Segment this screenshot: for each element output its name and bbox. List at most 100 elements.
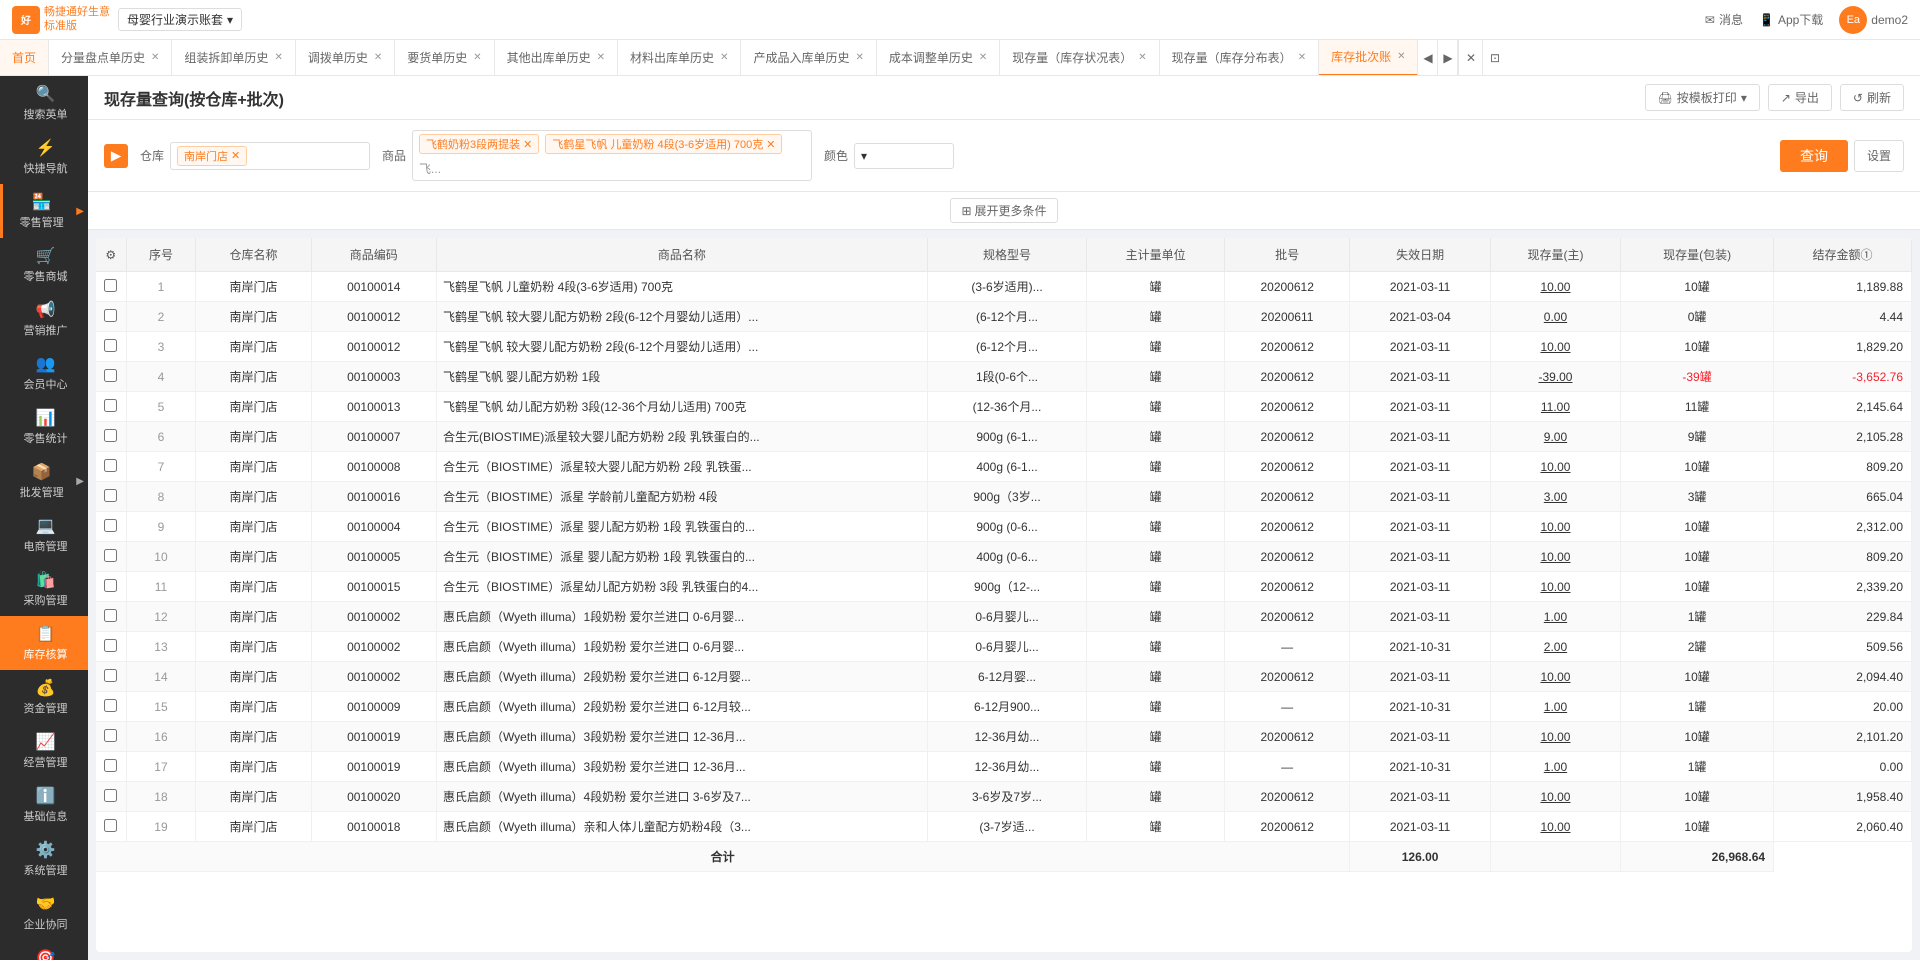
sidebar-item-enterprise[interactable]: 🤝 企业协同 [0,886,88,940]
tab-prev-btn[interactable]: ◀ [1418,40,1438,76]
row-checkbox[interactable] [104,789,117,802]
td-qty-main[interactable]: 10.00 [1490,452,1620,482]
tab-home[interactable]: 首页 [0,40,49,76]
tab-2[interactable]: 组装拆卸单历史 ✕ [172,40,295,76]
td-checkbox[interactable] [96,572,126,602]
td-checkbox[interactable] [96,482,126,512]
tab-3[interactable]: 调拨单历史 ✕ [296,40,395,76]
td-qty-main[interactable]: 3.00 [1490,482,1620,512]
filter-arrow-btn[interactable]: ▶ [104,144,128,168]
th-settings[interactable]: ⚙ [96,238,126,272]
tab-close-7[interactable]: ✕ [855,52,863,63]
td-qty-main[interactable]: 10.00 [1490,512,1620,542]
tab-10[interactable]: 现存量（库存分布表） ✕ [1160,40,1319,76]
td-qty-main[interactable]: 1.00 [1490,602,1620,632]
row-checkbox[interactable] [104,459,117,472]
td-qty-main[interactable]: 10.00 [1490,812,1620,842]
export-btn[interactable]: ↗ 导出 [1768,84,1832,111]
sidebar-item-system[interactable]: ⚙️ 系统管理 [0,832,88,886]
td-checkbox[interactable] [96,662,126,692]
td-checkbox[interactable] [96,602,126,632]
td-checkbox[interactable] [96,302,126,332]
sidebar-item-retail-stat[interactable]: 📊 零售统计 [0,400,88,454]
td-checkbox[interactable] [96,272,126,302]
warehouse-tag-1[interactable]: 南岸门店 ✕ [177,146,247,166]
industry-select[interactable]: 母婴行业演示账套 ▾ [118,8,242,31]
row-checkbox[interactable] [104,279,117,292]
row-checkbox[interactable] [104,669,117,682]
td-checkbox[interactable] [96,812,126,842]
td-checkbox[interactable] [96,362,126,392]
row-checkbox[interactable] [104,699,117,712]
td-qty-main[interactable]: 10.00 [1490,662,1620,692]
td-checkbox[interactable] [96,332,126,362]
td-qty-main[interactable]: 10.00 [1490,272,1620,302]
print-btn[interactable]: 🖨 按模板打印 ▾ [1645,84,1760,111]
goods-tag-close-1[interactable]: ✕ [523,138,532,151]
td-checkbox[interactable] [96,632,126,662]
tab-11[interactable]: 库存批次账 ✕ [1319,40,1418,76]
tab-close-4[interactable]: ✕ [473,52,481,63]
row-checkbox[interactable] [104,339,117,352]
td-checkbox[interactable] [96,512,126,542]
sidebar-item-newguide[interactable]: 🎯 新手引导 [0,940,88,960]
goods-tag-container[interactable]: 飞鹤奶粉3段两提装 ✕ 飞鹤星飞帆 儿童奶粉 4段(3-6岁适用) 700克 ✕… [412,130,812,181]
sidebar-item-batch[interactable]: 📦 批发管理 ▶ [0,454,88,508]
tab-next-btn[interactable]: ▶ [1438,40,1458,76]
tab-close-11[interactable]: ✕ [1397,51,1405,62]
td-checkbox[interactable] [96,692,126,722]
sidebar-item-retail[interactable]: 🏪 零售管理 ▶ [0,184,88,238]
tab-6[interactable]: 材料出库单历史 ✕ [618,40,741,76]
settings-col-icon[interactable]: ⚙ [105,248,116,262]
refresh-btn[interactable]: ↺ 刷新 [1840,84,1904,111]
td-qty-main[interactable]: 10.00 [1490,572,1620,602]
goods-tag-2[interactable]: 飞鹤星飞帆 儿童奶粉 4段(3-6岁适用) 700克 ✕ [545,134,782,154]
td-qty-main[interactable]: 10.00 [1490,782,1620,812]
tab-close-3[interactable]: ✕ [374,52,382,63]
td-qty-main[interactable]: 2.00 [1490,632,1620,662]
sidebar-item-marketing[interactable]: 📢 营销推广 [0,292,88,346]
sidebar-item-inventory[interactable]: 📋 库存核算 [0,616,88,670]
tab-close-8[interactable]: ✕ [979,52,987,63]
tab-4[interactable]: 要货单历史 ✕ [395,40,494,76]
tab-1[interactable]: 分量盘点单历史 ✕ [49,40,172,76]
tab-close-2[interactable]: ✕ [274,52,282,63]
goods-tag-close-2[interactable]: ✕ [766,138,775,151]
sidebar-item-retail-shop[interactable]: 🛒 零售商城 [0,238,88,292]
message-btn[interactable]: ✉ 消息 [1705,11,1743,28]
tab-maximize-btn[interactable]: ⊡ [1482,40,1506,76]
user-area[interactable]: Ea demo2 [1839,6,1908,34]
goods-more-dots[interactable]: 飞... [419,160,441,177]
app-download-btn[interactable]: 📱 App下载 [1759,11,1823,28]
tab-close-all-btn[interactable]: ✕ [1458,40,1482,76]
row-checkbox[interactable] [104,759,117,772]
td-checkbox[interactable] [96,392,126,422]
row-checkbox[interactable] [104,639,117,652]
td-checkbox[interactable] [96,722,126,752]
tab-8[interactable]: 成本调整单历史 ✕ [877,40,1000,76]
row-checkbox[interactable] [104,519,117,532]
td-checkbox[interactable] [96,542,126,572]
row-checkbox[interactable] [104,399,117,412]
sidebar-item-finance[interactable]: 💰 资金管理 [0,670,88,724]
sidebar-item-member[interactable]: 👥 会员中心 [0,346,88,400]
row-checkbox[interactable] [104,819,117,832]
td-qty-main[interactable]: -39.00 [1490,362,1620,392]
td-qty-main[interactable]: 0.00 [1490,302,1620,332]
tab-5[interactable]: 其他出库单历史 ✕ [495,40,618,76]
sidebar-item-operations[interactable]: 📈 经营管理 [0,724,88,778]
td-qty-main[interactable]: 10.00 [1490,542,1620,572]
query-btn[interactable]: 查询 [1780,140,1848,172]
tab-close-10[interactable]: ✕ [1298,52,1306,63]
td-checkbox[interactable] [96,452,126,482]
goods-tag-1[interactable]: 飞鹤奶粉3段两提装 ✕ [419,134,539,154]
td-qty-main[interactable]: 1.00 [1490,752,1620,782]
td-checkbox[interactable] [96,782,126,812]
warehouse-tag-container[interactable]: 南岸门店 ✕ [170,142,370,170]
sidebar-item-search[interactable]: 🔍 搜索英单 [0,76,88,130]
td-qty-main[interactable]: 10.00 [1490,722,1620,752]
warehouse-tag-close-1[interactable]: ✕ [231,149,240,162]
settings-btn[interactable]: 设置 [1854,140,1904,172]
color-filter-wrap[interactable]: ▾ [854,143,954,169]
td-checkbox[interactable] [96,422,126,452]
